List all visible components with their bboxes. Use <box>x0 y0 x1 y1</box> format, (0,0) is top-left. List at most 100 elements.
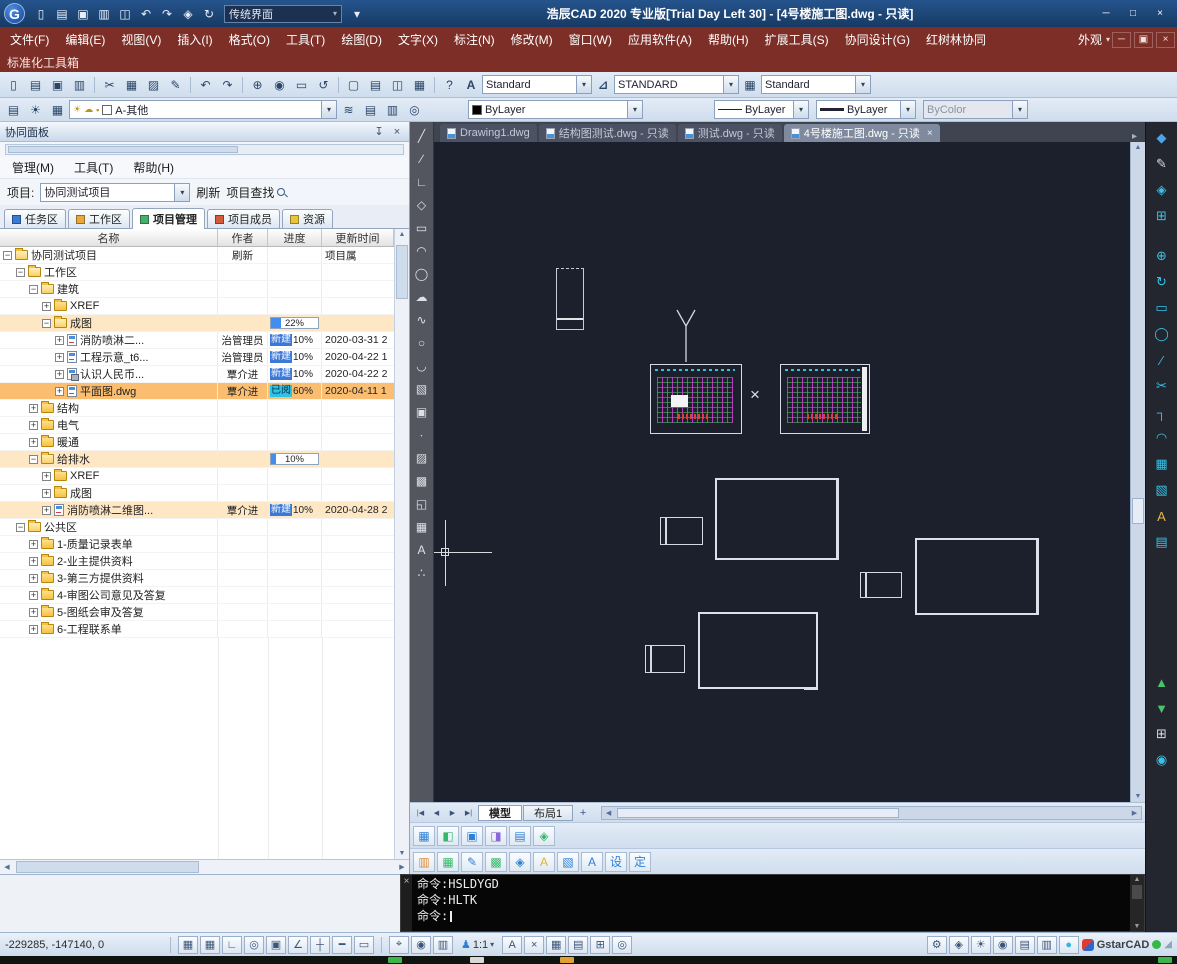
command-prompt-line[interactable]: 命令: <box>417 908 1125 924</box>
rectangle-icon[interactable]: ▭ <box>412 218 432 238</box>
osnap-settings-icon[interactable]: ∴ <box>412 563 432 583</box>
scroll-left-icon[interactable]: ◀ <box>0 863 14 871</box>
expand-toggle-icon[interactable]: + <box>55 353 64 362</box>
viewport-status-icon[interactable]: ▥ <box>433 936 453 954</box>
undo-icon[interactable]: ↶ <box>195 75 216 95</box>
doc-close-button[interactable]: × <box>1156 32 1175 48</box>
menu-item[interactable]: 文字(X) <box>390 28 446 51</box>
revision-cloud-icon[interactable]: ☁ <box>412 287 432 307</box>
menu-item[interactable]: 帮助(H) <box>700 28 757 51</box>
stretch-icon[interactable]: ▭ <box>1151 297 1173 319</box>
tree-row[interactable]: +消防喷淋二维图...覃介进新建10%2020-04-28 2 <box>0 502 394 519</box>
menu-item[interactable]: 修改(M) <box>503 28 561 51</box>
gradient-icon[interactable]: ▩ <box>412 471 432 491</box>
text-style-icon[interactable]: A <box>533 852 555 872</box>
tree-row[interactable]: +1-质量记录表单 <box>0 536 394 553</box>
tree-row[interactable]: +认识人民币...覃介进新建10%2020-04-22 2 <box>0 366 394 383</box>
drawing-frame[interactable] <box>660 517 703 545</box>
workspace-combo[interactable]: 传统界面 ▾ <box>224 5 342 23</box>
doc-tab[interactable]: Drawing1.dwg <box>440 124 537 142</box>
layout-tab[interactable]: 布局1 <box>523 805 573 821</box>
command-grip[interactable]: × <box>401 875 412 931</box>
menu-item[interactable]: 视图(V) <box>113 28 169 51</box>
make-block-icon[interactable]: ▣ <box>412 402 432 422</box>
expand-toggle-icon[interactable]: + <box>29 404 38 413</box>
app-logo-icon[interactable]: G <box>4 3 25 24</box>
menu-item[interactable]: 绘图(D) <box>333 28 390 51</box>
close-tab-icon[interactable]: × <box>927 128 933 139</box>
panel-icon[interactable]: ▤ <box>1015 936 1035 954</box>
expand-toggle-icon[interactable]: − <box>42 319 51 328</box>
menu-item-appearance[interactable]: 外观 <box>1070 28 1110 51</box>
new-icon[interactable]: ▯ <box>3 75 24 95</box>
table-icon[interactable]: ▦ <box>412 517 432 537</box>
compare-drawings-icon[interactable]: ◨ <box>485 826 507 846</box>
panel-top-scrollbar[interactable] <box>5 144 404 155</box>
layout-tab[interactable]: 模型 <box>478 805 522 821</box>
scroll-thumb[interactable] <box>617 808 899 818</box>
symbol-icon[interactable]: ◈ <box>509 852 531 872</box>
doc-tab[interactable]: 结构图测试.dwg - 只读 <box>539 124 676 142</box>
plot-icon[interactable]: ▥ <box>94 4 114 24</box>
scroll-down-icon[interactable]: ▼ <box>399 850 406 857</box>
tree-row[interactable]: +3-第三方提供资料 <box>0 570 394 587</box>
menu-item[interactable]: 红树林协同 <box>918 28 994 51</box>
download-icon[interactable]: ▼ <box>1151 697 1173 719</box>
tree-row[interactable]: +工程示意_t6...治管理员新建10%2020-04-22 1 <box>0 349 394 366</box>
grid-toggle[interactable]: ▦ <box>200 936 220 954</box>
list-icon[interactable]: ▤ <box>509 826 531 846</box>
expand-toggle-icon[interactable]: + <box>29 421 38 430</box>
expand-toggle-icon[interactable]: − <box>3 251 12 260</box>
cloud-icon[interactable]: ● <box>1059 936 1079 954</box>
print-icon[interactable]: ▥ <box>69 75 90 95</box>
scroll-up-icon[interactable]: ▲ <box>399 231 406 238</box>
workspace-switch-icon[interactable]: ▤ <box>568 936 588 954</box>
layers-tool-icon[interactable]: ▤ <box>1151 531 1173 553</box>
column-header-progress[interactable]: 进度 <box>268 229 322 246</box>
polar-toggle[interactable]: ◎ <box>244 936 264 954</box>
chamfer-icon[interactable]: ┐ <box>1151 401 1173 423</box>
scroll-thumb[interactable] <box>396 245 408 299</box>
tree-row[interactable]: +2-业主提供资料 <box>0 553 394 570</box>
menu-item[interactable]: 编辑(E) <box>57 28 113 51</box>
viewport-icon[interactable]: ⊞ <box>1151 205 1173 227</box>
fix-tool-icon[interactable]: 定 <box>629 852 651 872</box>
tree-row[interactable]: −公共区 <box>0 519 394 536</box>
circle-icon[interactable]: ◯ <box>412 264 432 284</box>
print-preview-icon[interactable]: ◫ <box>115 4 135 24</box>
drawing-frame[interactable] <box>698 612 818 689</box>
scroll-thumb[interactable] <box>1132 498 1144 524</box>
menu-item[interactable]: 标注(N) <box>446 28 503 51</box>
tree-row[interactable]: +5-图纸会审及答复 <box>0 604 394 621</box>
tree-row[interactable]: +6-工程联系单 <box>0 621 394 638</box>
panel-tab[interactable]: 项目管理 <box>132 208 205 229</box>
expand-toggle-icon[interactable]: − <box>29 285 38 294</box>
redo-icon[interactable]: ↷ <box>217 75 238 95</box>
text-tool-icon[interactable]: A <box>1151 505 1173 527</box>
settings-icon[interactable]: ⚙ <box>927 936 947 954</box>
lineweight-toggle[interactable]: ━ <box>332 936 352 954</box>
compare-icon[interactable]: ◈ <box>1151 179 1173 201</box>
scroll-up-icon[interactable]: ▲ <box>1134 876 1141 883</box>
insert-block-icon[interactable]: ▧ <box>412 379 432 399</box>
otrack-toggle[interactable]: ∠ <box>288 936 308 954</box>
scroll-thumb[interactable] <box>1132 885 1142 899</box>
tree-row[interactable]: +成图 <box>0 485 394 502</box>
mtext-icon[interactable]: A <box>412 540 432 560</box>
prev-layout-button[interactable]: ◀ <box>429 805 444 820</box>
command-close-icon[interactable]: × <box>404 875 410 931</box>
panel-menu-item[interactable]: 管理(M) <box>4 157 62 178</box>
drawing-frame[interactable] <box>715 478 838 560</box>
toolbar-overflow-icon[interactable]: ▾ <box>347 4 367 24</box>
osnap-toggle[interactable]: ▣ <box>266 936 286 954</box>
polyline-icon[interactable]: ∟ <box>412 172 432 192</box>
help-icon[interactable]: ? <box>439 75 460 95</box>
doc-tab[interactable]: 测试.dwg - 只读 <box>678 124 782 142</box>
scroll-up-icon[interactable]: ▲ <box>1135 144 1142 151</box>
add-layout-button[interactable]: + <box>575 807 591 819</box>
quick-view-icon[interactable]: ⌖ <box>389 936 409 954</box>
trim-icon[interactable]: ∕ <box>1151 349 1173 371</box>
font-tool-icon[interactable]: A <box>581 852 603 872</box>
annotate-icon[interactable]: ✎ <box>1151 153 1173 175</box>
tree-row[interactable]: +电气 <box>0 417 394 434</box>
